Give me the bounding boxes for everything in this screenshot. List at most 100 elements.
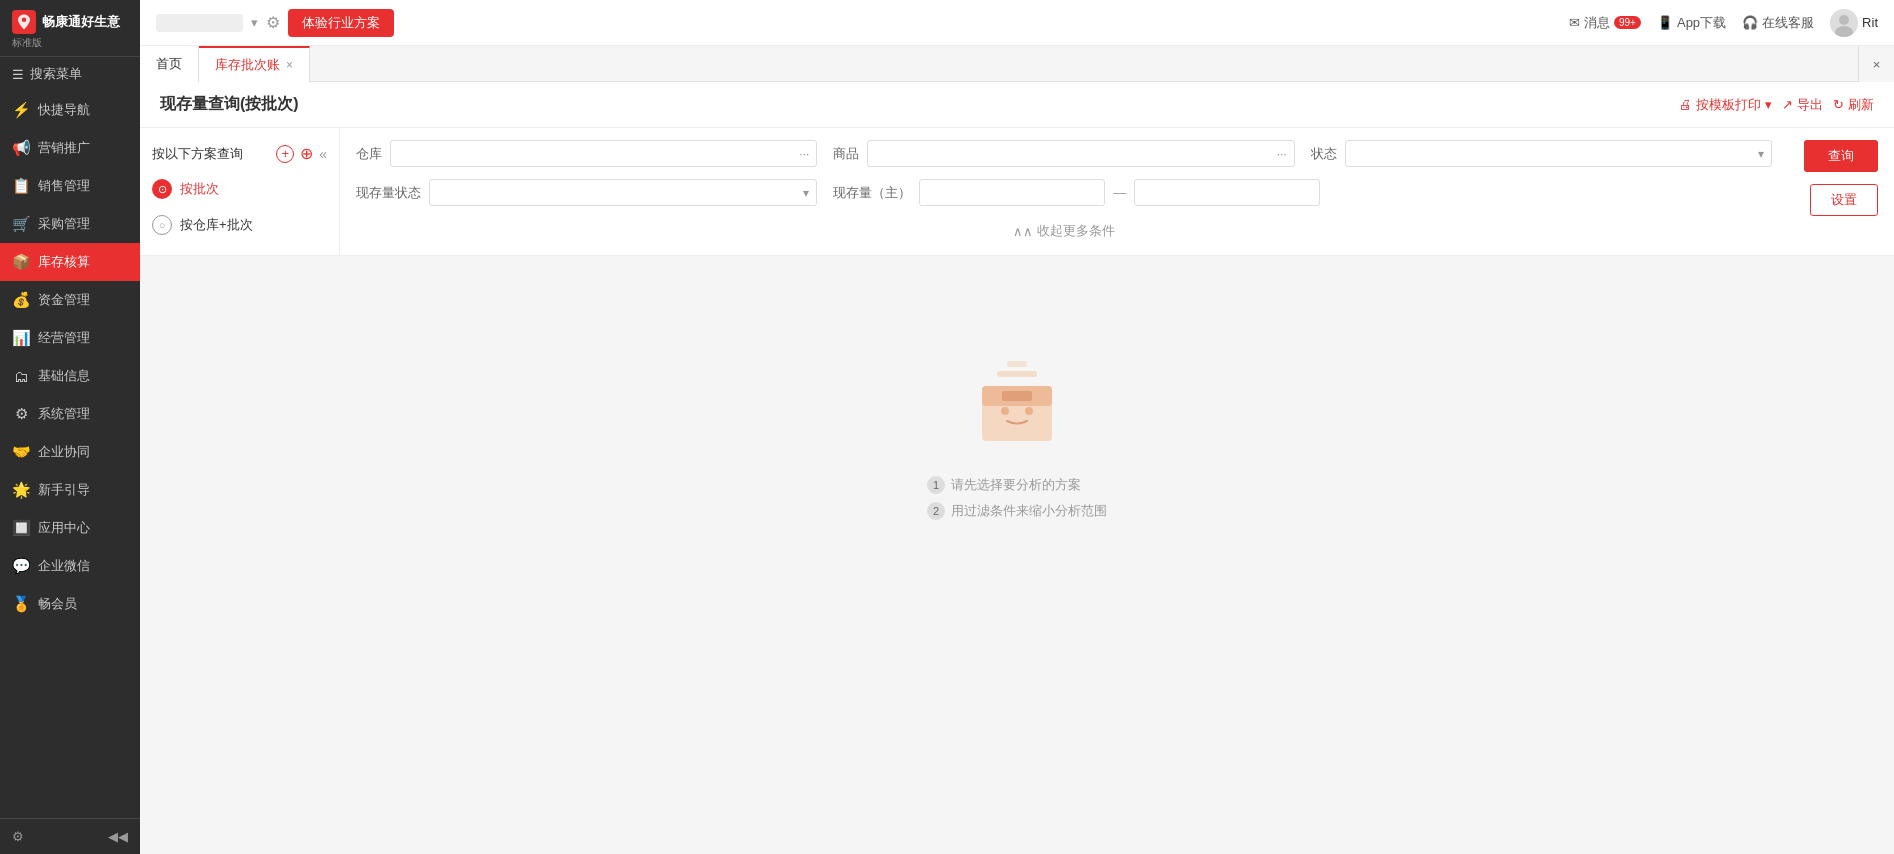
product-input-wrap: ··· <box>867 140 1294 167</box>
scheme-item-batch[interactable]: ⊙ 按批次 <box>140 171 339 207</box>
status-label: 状态 <box>1311 145 1337 163</box>
sidebar-item-purchase[interactable]: 🛒 采购管理 <box>0 205 140 243</box>
product-input[interactable] <box>867 140 1294 167</box>
close-all-icon: × <box>1873 57 1881 72</box>
svg-rect-10 <box>1007 361 1027 367</box>
refresh-icon: ↻ <box>1833 97 1844 112</box>
sidebar-item-label: 基础信息 <box>38 367 90 385</box>
tab-home[interactable]: 首页 <box>140 46 199 82</box>
filter-product: 商品 ··· <box>833 140 1294 167</box>
sidebar-item-apps[interactable]: 🔲 应用中心 <box>0 509 140 547</box>
refresh-btn[interactable]: ↻ 刷新 <box>1833 96 1874 114</box>
tab-batch-account-label: 库存批次账 <box>215 56 280 74</box>
breadcrumb <box>156 14 243 32</box>
app-logo: 畅康通好生意 <box>12 10 128 34</box>
empty-tips: 1 请先选择要分析的方案 2 用过滤条件来缩小分析范围 <box>927 476 1107 520</box>
app-download-action[interactable]: 📱 App下载 <box>1657 14 1726 32</box>
operations-icon: 📊 <box>12 329 30 347</box>
add-scheme-icon[interactable]: + <box>276 145 294 163</box>
sidebar-footer: ⚙ ◀◀ <box>0 818 140 854</box>
sidebar-item-finance[interactable]: 💰 资金管理 <box>0 281 140 319</box>
tab-batch-account[interactable]: 库存批次账 × <box>199 46 310 82</box>
sidebar-item-label: 库存核算 <box>38 253 90 271</box>
settings-btn[interactable]: 设置 <box>1810 184 1878 216</box>
filter-row-1: 仓库 ··· 商品 ··· 状态 <box>356 140 1772 167</box>
sidebar-item-quick-nav[interactable]: ⚡ 快捷导航 <box>0 91 140 129</box>
stock-status-select[interactable]: 全部 有库存 零库存 <box>429 179 817 206</box>
sidebar-item-label: 畅会员 <box>38 595 77 613</box>
online-support-action[interactable]: 🎧 在线客服 <box>1742 14 1814 32</box>
close-all-tabs-btn[interactable]: × <box>1858 46 1894 82</box>
sidebar-item-inventory[interactable]: 📦 库存核算 <box>0 243 140 281</box>
warehouse-label: 仓库 <box>356 145 382 163</box>
page-actions: 🖨 按模板打印 ▾ ↗ 导出 ↻ 刷新 <box>1679 96 1874 114</box>
product-more-btn[interactable]: ··· <box>1277 147 1287 161</box>
sidebar-item-label: 营销推广 <box>38 139 90 157</box>
sidebar-item-label: 快捷导航 <box>38 101 90 119</box>
qty-dash: — <box>1113 185 1126 200</box>
scheme-collapse-icon[interactable]: « <box>319 146 327 162</box>
empty-tip-1: 1 请先选择要分析的方案 <box>927 476 1107 494</box>
scheme-warehouse-batch-label: 按仓库+批次 <box>180 216 253 234</box>
dropdown-arrow-icon[interactable]: ▾ <box>251 15 258 30</box>
stock-qty-label: 现存量（主） <box>833 184 911 202</box>
warehouse-input[interactable] <box>390 140 817 167</box>
user-action[interactable]: Rit <box>1830 9 1878 37</box>
export-btn[interactable]: ↗ 导出 <box>1782 96 1823 114</box>
app-edition: 标准版 <box>12 36 128 50</box>
scheme-item-warehouse-batch[interactable]: ○ 按仓库+批次 <box>140 207 339 243</box>
print-btn[interactable]: 🖨 按模板打印 ▾ <box>1679 96 1772 114</box>
empty-state: 1 请先选择要分析的方案 2 用过滤条件来缩小分析范围 <box>140 256 1894 600</box>
experience-btn[interactable]: 体验行业方案 <box>288 9 394 37</box>
sidebar-item-basic[interactable]: 🗂 基础信息 <box>0 357 140 395</box>
message-action[interactable]: ✉ 消息 99+ <box>1569 14 1641 32</box>
sidebar-item-guide[interactable]: 🌟 新手引导 <box>0 471 140 509</box>
sidebar-item-operations[interactable]: 📊 经营管理 <box>0 319 140 357</box>
sidebar-item-label: 企业协同 <box>38 443 90 461</box>
footer-settings-icon[interactable]: ⚙ <box>12 829 24 844</box>
online-support-label: 在线客服 <box>1762 14 1814 32</box>
tab-home-label: 首页 <box>156 55 182 73</box>
app-name: 畅康通好生意 <box>42 13 120 31</box>
tip-2-number: 2 <box>927 502 945 520</box>
stock-qty-from-input[interactable] <box>919 179 1105 206</box>
finance-icon: 💰 <box>12 291 30 309</box>
tip-1-text: 请先选择要分析的方案 <box>951 476 1081 494</box>
sidebar-nav: ⚡ 快捷导航 📢 营销推广 📋 销售管理 🛒 采购管理 📦 库存核算 💰 资金管… <box>0 91 140 818</box>
sidebar-item-label: 应用中心 <box>38 519 90 537</box>
sidebar-item-system[interactable]: ⚙ 系统管理 <box>0 395 140 433</box>
status-select[interactable]: 全部 正常 禁用 <box>1345 140 1772 167</box>
content-area: 现存量查询(按批次) 🖨 按模板打印 ▾ ↗ 导出 ↻ 刷新 <box>140 82 1894 854</box>
avatar <box>1830 9 1858 37</box>
query-btn[interactable]: 查询 <box>1804 140 1878 172</box>
sidebar-item-label: 销售管理 <box>38 177 90 195</box>
warehouse-more-btn[interactable]: ··· <box>799 147 809 161</box>
search-menu[interactable]: ☰ 搜索菜单 <box>0 57 140 91</box>
filter-scheme-label: 按以下方案查询 <box>152 145 243 163</box>
svg-point-0 <box>22 18 27 23</box>
stock-status-select-wrap: 全部 有库存 零库存 ▾ <box>429 179 817 206</box>
logo-icon <box>12 10 36 34</box>
tab-close-icon[interactable]: × <box>286 58 293 72</box>
marketing-icon: 📢 <box>12 139 30 157</box>
purchase-icon: 🛒 <box>12 215 30 233</box>
sidebar-item-label: 经营管理 <box>38 329 90 347</box>
print-icon: 🖨 <box>1679 97 1692 112</box>
stock-qty-to-input[interactable] <box>1134 179 1320 206</box>
scheme-settings-icon[interactable]: ⊕ <box>300 144 313 163</box>
tip-1-number: 1 <box>927 476 945 494</box>
filter-form: 仓库 ··· 商品 ··· 状态 <box>340 128 1788 255</box>
sidebar-header: 畅康通好生意 标准版 <box>0 0 140 57</box>
gear-icon[interactable]: ⚙ <box>266 13 280 32</box>
sidebar-item-enterprise[interactable]: 🤝 企业协同 <box>0 433 140 471</box>
sidebar-item-wechat[interactable]: 💬 企业微信 <box>0 547 140 585</box>
footer-collapse-icon[interactable]: ◀◀ <box>108 829 128 844</box>
refresh-label: 刷新 <box>1848 96 1874 114</box>
sidebar-item-marketing[interactable]: 📢 营销推广 <box>0 129 140 167</box>
sidebar-item-member[interactable]: 🏅 畅会员 <box>0 585 140 623</box>
apps-icon: 🔲 <box>12 519 30 537</box>
sidebar-item-sales[interactable]: 📋 销售管理 <box>0 167 140 205</box>
filter-stock-status: 现存量状态 全部 有库存 零库存 ▾ <box>356 179 817 206</box>
print-dropdown-icon[interactable]: ▾ <box>1765 97 1772 112</box>
collapse-more-btn[interactable]: ∧∧ 收起更多条件 <box>356 218 1772 244</box>
